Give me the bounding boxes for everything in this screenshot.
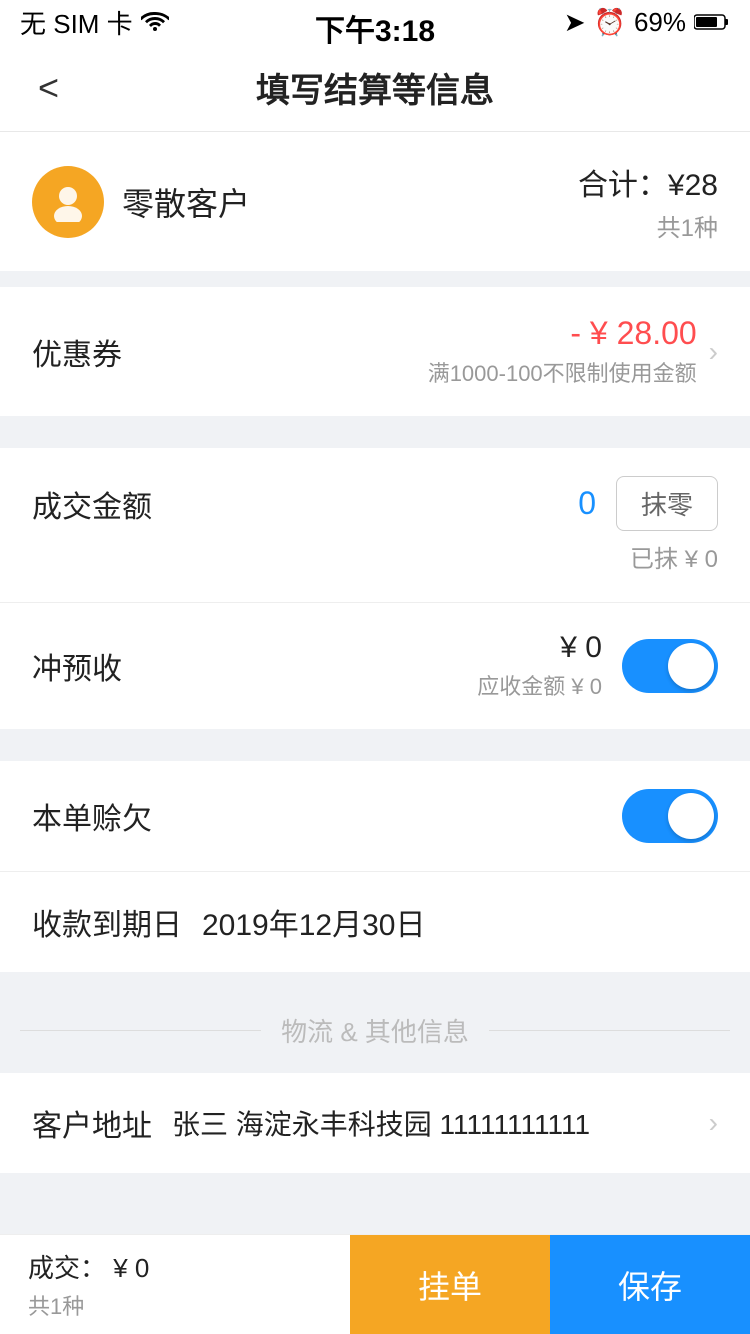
prepay-toggle[interactable] <box>622 639 718 693</box>
coupon-label: 优惠券 <box>32 330 122 374</box>
amount-value-area: 0 抹零 <box>578 476 718 531</box>
pending-button[interactable]: 挂单 <box>350 1235 550 1334</box>
address-card[interactable]: 客户地址 张三 海淀永丰科技园 11111111111 › <box>0 1073 750 1173</box>
customer-avatar <box>32 166 104 238</box>
bottom-bar: 成交： ¥ 0 共1种 挂单 保存 <box>0 1234 750 1334</box>
prepay-row: 冲预收 ¥ 0 应收金额 ¥ 0 <box>32 631 718 701</box>
amount-value: 0 <box>578 485 596 522</box>
coupon-row[interactable]: 优惠券 - ¥ 28.00 满1000-100不限制使用金额 › <box>0 287 750 416</box>
logistics-text: 物流 & 其他信息 <box>0 1012 750 1049</box>
due-date-value: 2019年12月30日 <box>202 900 425 944</box>
address-label: 客户地址 <box>32 1101 152 1145</box>
credit-toggle-knob <box>668 793 714 839</box>
status-right: ➤ ⏰ 69% <box>564 7 730 38</box>
address-section[interactable]: 客户地址 张三 海淀永丰科技园 11111111111 › <box>0 1073 750 1173</box>
due-date-section: 收款到期日 2019年12月30日 <box>0 871 750 972</box>
credit-section: 本单赊欠 <box>0 761 750 871</box>
amount-row: 成交金额 0 抹零 <box>32 476 718 531</box>
content: 零散客户 合计：¥28 共1种 优惠券 - ¥ 28.00 满1000-100不… <box>0 132 750 1289</box>
credit-label: 本单赊欠 <box>32 794 152 838</box>
coupon-card[interactable]: 优惠券 - ¥ 28.00 满1000-100不限制使用金额 › <box>0 287 750 416</box>
credit-toggle[interactable] <box>622 789 718 843</box>
due-date-label: 收款到期日 <box>32 900 182 944</box>
customer-row: 零散客户 合计：¥28 共1种 <box>0 132 750 271</box>
credit-card: 本单赊欠 收款到期日 2019年12月30日 <box>0 761 750 972</box>
address-chevron-icon: › <box>709 1107 718 1139</box>
bottom-summary: 成交： ¥ 0 共1种 <box>0 1235 350 1334</box>
bottom-deal-count: 共1种 <box>28 1289 322 1321</box>
coupon-amount: - ¥ 28.00 <box>428 315 697 352</box>
wifi-icon <box>141 7 169 38</box>
round-button[interactable]: 抹零 <box>616 476 718 531</box>
amount-label: 成交金额 <box>32 482 152 526</box>
gray-separator-2 <box>0 745 750 761</box>
battery-icon <box>694 7 730 38</box>
logistics-divider: 物流 & 其他信息 <box>0 988 750 1073</box>
prepay-label: 冲预收 <box>32 644 122 688</box>
nav-title: 填写结算等信息 <box>256 63 494 112</box>
prepay-value: ¥ 0 <box>477 631 602 665</box>
status-bar: 无 SIM 卡 下午3:18 ➤ ⏰ 69% <box>0 0 750 44</box>
save-button[interactable]: 保存 <box>550 1235 750 1334</box>
customer-name: 零散客户 <box>122 179 250 225</box>
customer-left: 零散客户 <box>32 166 250 238</box>
prepay-amount: ¥ 0 应收金额 ¥ 0 <box>477 631 602 701</box>
customer-right: 合计：¥28 共1种 <box>578 160 718 243</box>
logistics-label: 物流 & 其他信息 <box>281 1012 469 1049</box>
toggle-knob <box>668 643 714 689</box>
amount-card: 成交金额 0 抹零 已抹 ¥ 0 冲预收 ¥ 0 应收金额 ¥ 0 <box>0 448 750 729</box>
no-sim-text: 无 SIM 卡 <box>20 4 133 41</box>
gray-separator-1 <box>0 432 750 448</box>
customer-total: 合计：¥28 <box>578 160 718 204</box>
amount-section: 成交金额 0 抹零 已抹 ¥ 0 <box>0 448 750 602</box>
chevron-right-icon: › <box>709 336 718 368</box>
prepay-sub: 应收金额 ¥ 0 <box>477 669 602 701</box>
nav-bar: < 填写结算等信息 <box>0 44 750 132</box>
bottom-deal-label: 成交： ¥ 0 <box>28 1248 322 1285</box>
prepay-section: 冲预收 ¥ 0 应收金额 ¥ 0 <box>0 602 750 729</box>
prepay-right: ¥ 0 应收金额 ¥ 0 <box>477 631 718 701</box>
location-icon: ➤ <box>564 7 586 38</box>
due-date-row: 收款到期日 2019年12月30日 <box>32 900 718 944</box>
alarm-icon: ⏰ <box>594 7 626 38</box>
battery-text: 69% <box>634 7 686 38</box>
amount-sub: 已抹 ¥ 0 <box>32 539 718 574</box>
customer-card: 零散客户 合计：¥28 共1种 <box>0 132 750 271</box>
address-value: 张三 海淀永丰科技园 11111111111 <box>172 1103 699 1143</box>
back-button[interactable]: < <box>28 57 69 119</box>
customer-count: 共1种 <box>578 208 718 243</box>
coupon-desc: 满1000-100不限制使用金额 <box>428 356 697 388</box>
status-left: 无 SIM 卡 <box>20 4 169 41</box>
